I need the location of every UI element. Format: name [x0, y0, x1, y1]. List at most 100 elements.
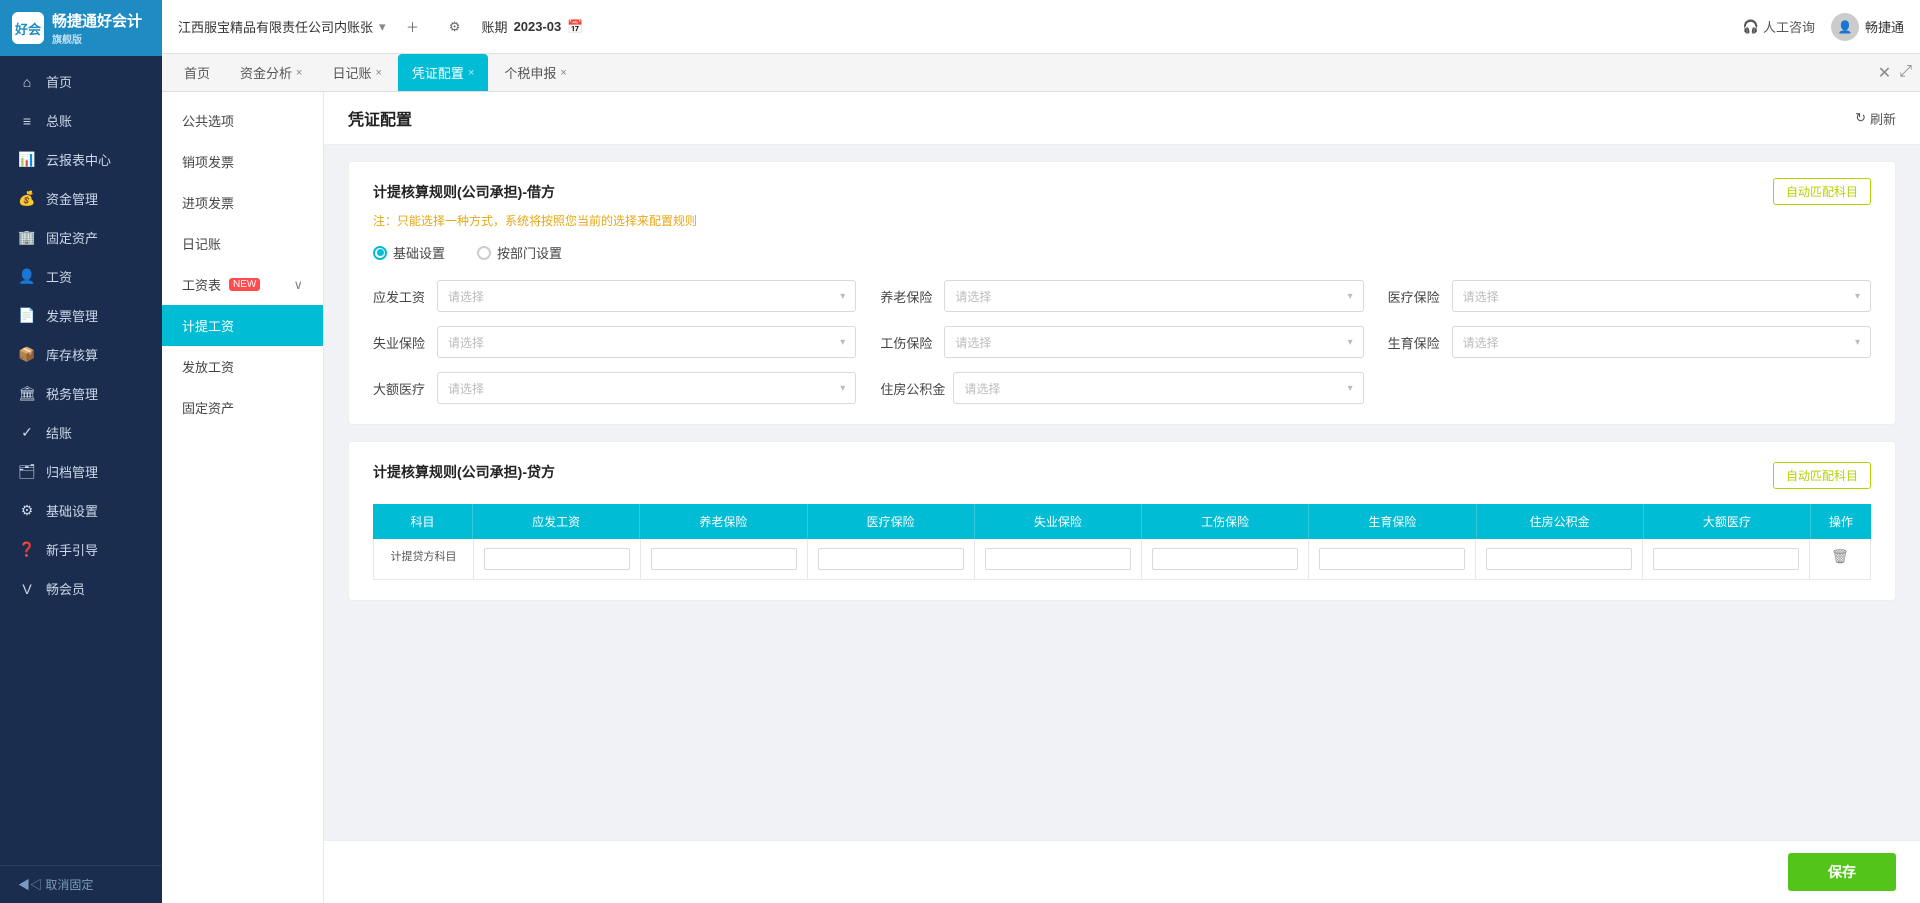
calendar-icon: 📅 [567, 19, 583, 35]
sidebar-item-cloud-reports[interactable]: 📊 云报表中心 [0, 140, 162, 179]
sidebar-item-archive-management[interactable]: 🗂 归档管理 [0, 452, 162, 491]
save-bar: 保存 [324, 840, 1920, 903]
medical-select[interactable]: 请选择 ▾ [1452, 280, 1871, 312]
medical-arrow: ▾ [1855, 291, 1860, 302]
tab-tax-report-close[interactable]: × [560, 67, 566, 79]
period-selector[interactable]: 账期 2023-03 📅 [482, 17, 584, 36]
input-should-pay[interactable] [484, 548, 630, 570]
delete-row-button[interactable]: 🗑 [1831, 548, 1849, 564]
app-edition: 旗舰版 [52, 31, 142, 46]
sidebar-item-invoice-management[interactable]: 📄 发票管理 [0, 296, 162, 335]
refresh-button[interactable]: ↻ 刷新 [1855, 109, 1896, 128]
input-work-injury[interactable] [1152, 548, 1298, 570]
left-panel-item-fixed-assets[interactable]: 固定资产 [162, 387, 323, 428]
period-value: 2023-03 [514, 19, 562, 34]
tab-tax-report-label: 个税申报 [504, 63, 556, 82]
debit-section: 计提核算规则(公司承担)-借方 注：只能选择一种方式，系统将按照您当前的选择来配… [348, 161, 1896, 425]
settlement-icon: ✓ [18, 424, 36, 441]
settings-button[interactable]: ⚙ [440, 12, 470, 42]
sidebar-item-salary[interactable]: 👤 工资 [0, 257, 162, 296]
tab-voucher-config-close[interactable]: × [468, 67, 474, 79]
table-header: 科目 应发工资 养老保险 医疗保险 失业保险 工伤保险 生育保险 住房公积金 大… [373, 504, 1871, 539]
tab-fund-analysis-close[interactable]: × [296, 67, 302, 79]
tab-journal[interactable]: 日记账 × [318, 54, 395, 91]
tab-voucher-config[interactable]: 凭证配置 × [398, 54, 488, 91]
topbar: 江西服宝精品有限责任公司内账张 ▾ ＋ ⚙ 账期 2023-03 📅 🎧 人工咨… [162, 0, 1920, 54]
input-maternity[interactable] [1319, 548, 1465, 570]
close-tab-button[interactable]: ✕ [1878, 63, 1891, 83]
sidebar-item-fund-management[interactable]: 💰 资金管理 [0, 179, 162, 218]
sidebar-item-label: 结账 [46, 423, 72, 442]
radio-basic-settings[interactable]: 基础设置 [373, 243, 445, 262]
maternity-select[interactable]: 请选择 ▾ [1452, 326, 1871, 358]
company-selector[interactable]: 江西服宝精品有限责任公司内账张 ▾ [178, 17, 386, 36]
page-header: 凭证配置 ↻ 刷新 [324, 92, 1920, 145]
add-tab-button[interactable]: ＋ [398, 12, 428, 42]
th-maternity: 生育保险 [1309, 504, 1476, 539]
settings-icon: ⚙ [18, 502, 36, 519]
customer-service-button[interactable]: 🎧 人工咨询 [1743, 17, 1815, 36]
th-work-injury: 工伤保险 [1142, 504, 1309, 539]
should-pay-select[interactable]: 请选择 ▾ [437, 280, 856, 312]
credit-table: 科目 应发工资 养老保险 医疗保险 失业保险 工伤保险 生育保险 住房公积金 大… [373, 504, 1871, 580]
sidebar-item-label: 税务管理 [46, 384, 98, 403]
large-medical-select[interactable]: 请选择 ▾ [437, 372, 856, 404]
sidebar-item-label: 发票管理 [46, 306, 98, 325]
left-panel-item-distribute-salary[interactable]: 发放工资 [162, 346, 323, 387]
left-panel-item-journal[interactable]: 日记账 [162, 223, 323, 264]
input-pension[interactable] [651, 548, 797, 570]
user-profile-button[interactable]: 👤 畅捷通 [1831, 13, 1904, 41]
tab-fund-analysis[interactable]: 资金分析 × [226, 54, 316, 91]
th-housing-fund: 住房公积金 [1477, 504, 1644, 539]
tab-journal-close[interactable]: × [375, 67, 381, 79]
left-panel-item-calculate-salary[interactable]: 计提工资 [162, 305, 323, 346]
new-badge: NEW [229, 278, 260, 291]
tab-tax-report[interactable]: 个税申报 × [490, 54, 580, 91]
form-item-large-medical: 大额医疗 请选择 ▾ [373, 372, 856, 404]
left-panel-item-input-invoice[interactable]: 进项发票 [162, 182, 323, 223]
housing-fund-label: 住房公积金 [880, 379, 945, 398]
sidebar-item-vip[interactable]: V 畅会员 [0, 569, 162, 608]
unpin-sidebar-button[interactable]: ◀◁ 取消固定 [0, 865, 162, 903]
form-item-work-injury: 工伤保险 请选择 ▾ [880, 326, 1363, 358]
th-pension: 养老保险 [640, 504, 807, 539]
common-options-label: 公共选项 [182, 111, 234, 130]
tabbar: 首页 资金分析 × 日记账 × 凭证配置 × 个税申报 × ✕ ⤢ [162, 54, 1920, 92]
sidebar-item-tax-management[interactable]: 🏛 税务管理 [0, 374, 162, 413]
content-area: 公共选项 销项发票 进项发票 日记账 工资表 NEW ∨ 计提工资 发放工资 [162, 92, 1920, 903]
work-injury-select[interactable]: 请选择 ▾ [944, 326, 1363, 358]
sidebar-item-home[interactable]: ⌂ 首页 [0, 62, 162, 101]
input-medical[interactable] [818, 548, 964, 570]
input-large-medical[interactable] [1653, 548, 1799, 570]
sidebar-item-label: 工资 [46, 267, 72, 286]
distribute-salary-label: 发放工资 [182, 357, 234, 376]
left-panel-item-salary-table[interactable]: 工资表 NEW ∨ [162, 264, 323, 305]
left-panel-item-sales-invoice[interactable]: 销项发票 [162, 141, 323, 182]
radio-basic-circle [373, 246, 387, 260]
large-medical-arrow: ▾ [840, 383, 845, 394]
credit-auto-match-button[interactable]: 自动匹配科目 [1773, 462, 1871, 489]
sidebar-item-inventory[interactable]: 📦 库存核算 [0, 335, 162, 374]
expand-tab-button[interactable]: ⤢ [1899, 63, 1912, 83]
maternity-label: 生育保险 [1388, 333, 1444, 352]
input-housing-fund[interactable] [1486, 548, 1632, 570]
ledger-icon: ≡ [18, 113, 36, 129]
sidebar-item-fixed-assets[interactable]: 🏢 固定资产 [0, 218, 162, 257]
should-pay-label: 应发工资 [373, 287, 429, 306]
input-unemployment[interactable] [985, 548, 1131, 570]
pension-select[interactable]: 请选择 ▾ [944, 280, 1363, 312]
save-button[interactable]: 保存 [1788, 853, 1896, 891]
plus-icon: ＋ [406, 17, 419, 36]
pension-label: 养老保险 [880, 287, 936, 306]
sidebar-item-basic-settings[interactable]: ⚙ 基础设置 [0, 491, 162, 530]
sidebar-item-settlement[interactable]: ✓ 结账 [0, 413, 162, 452]
housing-fund-select[interactable]: 请选择 ▾ [953, 372, 1363, 404]
sidebar-item-general-ledger[interactable]: ≡ 总账 [0, 101, 162, 140]
sidebar-item-beginner-guide[interactable]: ❓ 新手引导 [0, 530, 162, 569]
tab-home[interactable]: 首页 [170, 54, 224, 91]
left-panel-item-common-options[interactable]: 公共选项 [162, 100, 323, 141]
unemployment-select[interactable]: 请选择 ▾ [437, 326, 856, 358]
debit-auto-match-button[interactable]: 自动匹配科目 [1773, 178, 1871, 205]
radio-by-dept-settings[interactable]: 按部门设置 [477, 243, 562, 262]
input-invoice-label: 进项发票 [182, 193, 234, 212]
